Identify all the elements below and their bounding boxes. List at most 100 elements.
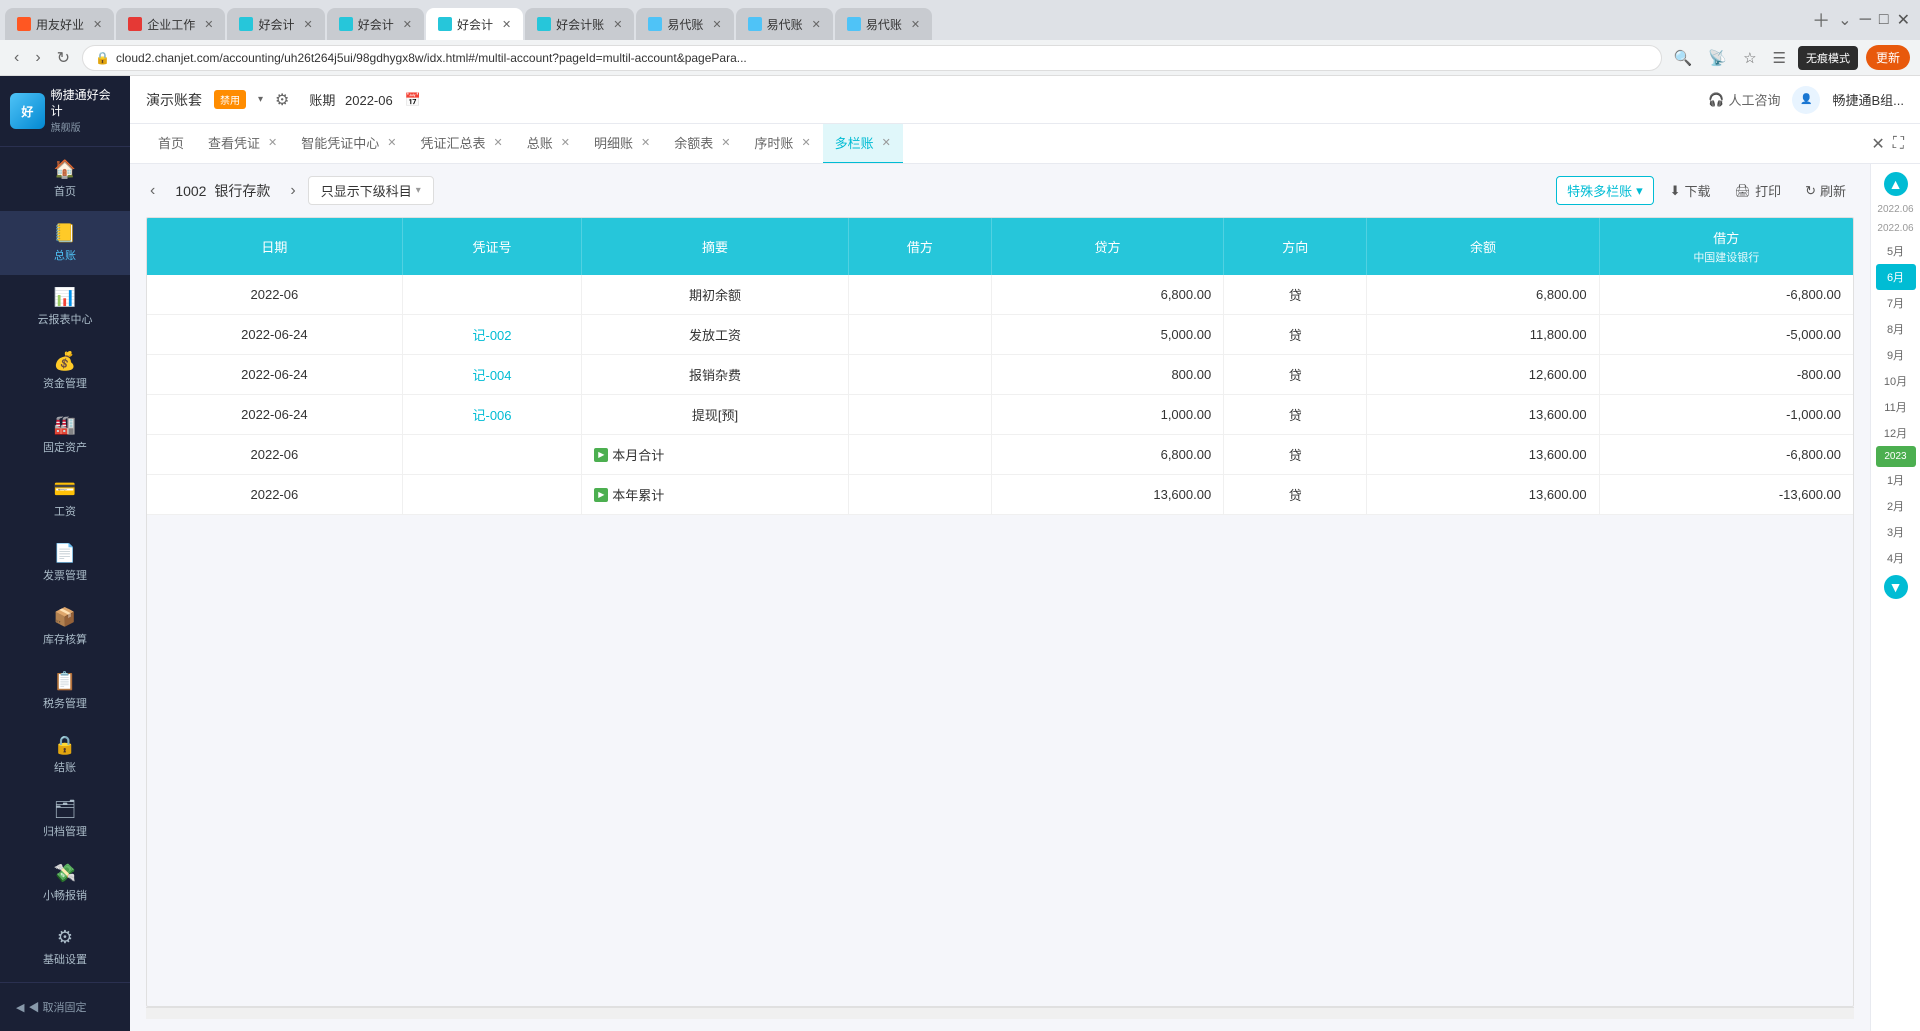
- print-button[interactable]: 🖨 打印: [1727, 177, 1790, 204]
- browser-tab-t6[interactable]: 好会计✕: [327, 8, 424, 40]
- tab-close-icon[interactable]: ✕: [812, 18, 821, 31]
- page-tab-close-sequence[interactable]: ✕: [801, 136, 810, 149]
- update-button[interactable]: 更新: [1866, 45, 1910, 70]
- consultant-button[interactable]: 🎧 人工咨询: [1708, 90, 1780, 109]
- browser-tab-t8[interactable]: 企业工作✕: [116, 8, 225, 40]
- maximize-button[interactable]: □: [1879, 11, 1889, 29]
- sidebar-item-inventory[interactable]: 📦库存核算: [0, 595, 130, 659]
- tab-close-icon[interactable]: ✕: [204, 18, 213, 31]
- page-tab-detail[interactable]: 明细账 ✕: [582, 124, 662, 164]
- url-bar[interactable]: 🔒 cloud2.chanjet.com/accounting/uh26t264…: [82, 45, 1662, 71]
- profile-button[interactable]: ☰: [1769, 45, 1790, 71]
- sidebar-item-close[interactable]: 🔒结账: [0, 723, 130, 787]
- refresh-nav-button[interactable]: ↻: [53, 44, 74, 72]
- sidebar-item-ledger[interactable]: 📒总账: [0, 211, 130, 275]
- tab-close-icon[interactable]: ✕: [93, 18, 102, 31]
- timeline-month-6月[interactable]: 6月: [1876, 264, 1916, 290]
- filter-select[interactable]: 只显示下级科目 ▾: [308, 176, 434, 205]
- sidebar-item-assets[interactable]: 🏭固定资产: [0, 403, 130, 467]
- page-tab-voucher[interactable]: 查看凭证✕: [196, 124, 289, 164]
- page-tab-close-smart[interactable]: ✕: [387, 136, 396, 149]
- page-tab-multi[interactable]: 多栏账✕: [823, 124, 903, 164]
- sidebar-item-settings[interactable]: ⚙基础设置: [0, 915, 130, 979]
- timeline-scroll-down[interactable]: ▼: [1884, 575, 1908, 599]
- sidebar-item-expense[interactable]: 💸小畅报销: [0, 851, 130, 915]
- prev-account-button[interactable]: ‹: [146, 178, 159, 204]
- tab-close-icon[interactable]: ✕: [502, 18, 511, 31]
- bottom-scrollbar[interactable]: [146, 1007, 1854, 1019]
- timeline-month-7月[interactable]: 7月: [1876, 290, 1916, 316]
- collapse-tabs-button[interactable]: ✕: [1871, 134, 1884, 154]
- page-tab-close-detail[interactable]: ✕: [641, 136, 650, 149]
- incognito-button[interactable]: 无痕模式: [1798, 46, 1858, 70]
- timeline-month-12月[interactable]: 12月: [1876, 420, 1916, 446]
- bookmark-button[interactable]: ☆: [1739, 45, 1760, 71]
- tab-close-icon[interactable]: ✕: [403, 18, 412, 31]
- sidebar-item-archive[interactable]: 🗂归档管理: [0, 787, 130, 851]
- page-tab-balance[interactable]: 余额表✕: [662, 124, 742, 164]
- tab-list-button[interactable]: ⌄: [1838, 10, 1851, 30]
- back-button[interactable]: ‹: [10, 45, 23, 71]
- settings-icon[interactable]: ⚙: [275, 90, 289, 110]
- browser-tab-t4[interactable]: 好会计账✕: [525, 8, 634, 40]
- page-tab-summary[interactable]: 凭证汇总表✕: [408, 124, 514, 164]
- credit-cell: 1,000.00: [991, 395, 1223, 435]
- account-code: 1002: [175, 183, 206, 199]
- badge-dropdown[interactable]: ▾: [258, 94, 263, 105]
- browser-tab-t5[interactable]: 好会计✕: [426, 8, 523, 40]
- timeline-month-2023-2月[interactable]: 2月: [1876, 493, 1916, 519]
- expand-tabs-button[interactable]: ⛶: [1893, 135, 1904, 153]
- voucher-link[interactable]: 记-004: [402, 355, 582, 395]
- page-tab-close-voucher[interactable]: ✕: [268, 136, 277, 149]
- cast-button[interactable]: 📡: [1704, 45, 1731, 71]
- next-account-button[interactable]: ›: [286, 178, 299, 204]
- page-tab-close-summary[interactable]: ✕: [494, 136, 503, 149]
- timeline-scroll-up[interactable]: ▲: [1884, 172, 1908, 196]
- timeline-month-2023-3月[interactable]: 3月: [1876, 519, 1916, 545]
- page-tab-smart[interactable]: 智能凭证中心✕: [289, 124, 408, 164]
- timeline-month-5月[interactable]: 5月: [1876, 238, 1916, 264]
- sidebar-item-payroll[interactable]: 💳工资: [0, 467, 130, 531]
- demo-badge[interactable]: 禁用: [214, 90, 246, 109]
- page-tab-close-balance[interactable]: ✕: [721, 136, 730, 149]
- calendar-icon[interactable]: 📅: [405, 92, 421, 108]
- refresh-ledger-button[interactable]: ↻ 刷新: [1797, 177, 1854, 204]
- tab-close-icon[interactable]: ✕: [613, 18, 622, 31]
- tab-close-icon[interactable]: ✕: [712, 18, 721, 31]
- minimize-button[interactable]: ─: [1860, 11, 1871, 29]
- tab-close-icon[interactable]: ✕: [303, 18, 312, 31]
- tab-close-icon[interactable]: ✕: [911, 18, 920, 31]
- account-selector[interactable]: 1002 银行存款: [167, 177, 278, 205]
- page-tab-home[interactable]: 首页: [146, 124, 196, 164]
- multi-col-button[interactable]: 特殊多栏账 ▾: [1556, 176, 1654, 205]
- voucher-link[interactable]: 记-006: [402, 395, 582, 435]
- browser-tab-t1[interactable]: 易代账✕: [835, 8, 932, 40]
- page-tab-sequence[interactable]: 序时账✕: [742, 124, 822, 164]
- sidebar-item-invoice[interactable]: 📄发票管理: [0, 531, 130, 595]
- unpin-button[interactable]: ◀ ◀ 取消固定: [10, 993, 120, 1021]
- browser-tab-t3[interactable]: 易代账✕: [636, 8, 733, 40]
- timeline-month-2023-1月[interactable]: 1月: [1876, 467, 1916, 493]
- sidebar-item-funds[interactable]: 💰资金管理: [0, 339, 130, 403]
- new-tab-button[interactable]: ＋: [1812, 7, 1830, 33]
- page-tab-close-multi[interactable]: ✕: [882, 136, 891, 149]
- page-tab-close-general[interactable]: ✕: [561, 136, 570, 149]
- timeline-month-11月[interactable]: 11月: [1876, 394, 1916, 420]
- download-button[interactable]: ⬇ 下载: [1662, 177, 1719, 204]
- timeline-month-2023-4月[interactable]: 4月: [1876, 545, 1916, 571]
- page-tab-general[interactable]: 总账✕: [515, 124, 582, 164]
- forward-button[interactable]: ›: [31, 45, 44, 71]
- voucher-link[interactable]: 记-002: [402, 315, 582, 355]
- sidebar-item-reports[interactable]: 📊云报表中心: [0, 275, 130, 339]
- sidebar-item-home[interactable]: 🏠首页: [0, 147, 130, 211]
- timeline-month-10月[interactable]: 10月: [1876, 368, 1916, 394]
- close-window-button[interactable]: ✕: [1897, 10, 1910, 30]
- sidebar-item-tax[interactable]: 📋税务管理: [0, 659, 130, 723]
- browser-tab-t9[interactable]: 用友好业✕: [5, 8, 114, 40]
- page-tab-label-detail: 明细账: [594, 133, 633, 152]
- search-browser-button[interactable]: 🔍: [1670, 45, 1697, 71]
- browser-tab-t7[interactable]: 好会计✕: [227, 8, 324, 40]
- timeline-month-8月[interactable]: 8月: [1876, 316, 1916, 342]
- timeline-month-9月[interactable]: 9月: [1876, 342, 1916, 368]
- browser-tab-t2[interactable]: 易代账✕: [736, 8, 833, 40]
